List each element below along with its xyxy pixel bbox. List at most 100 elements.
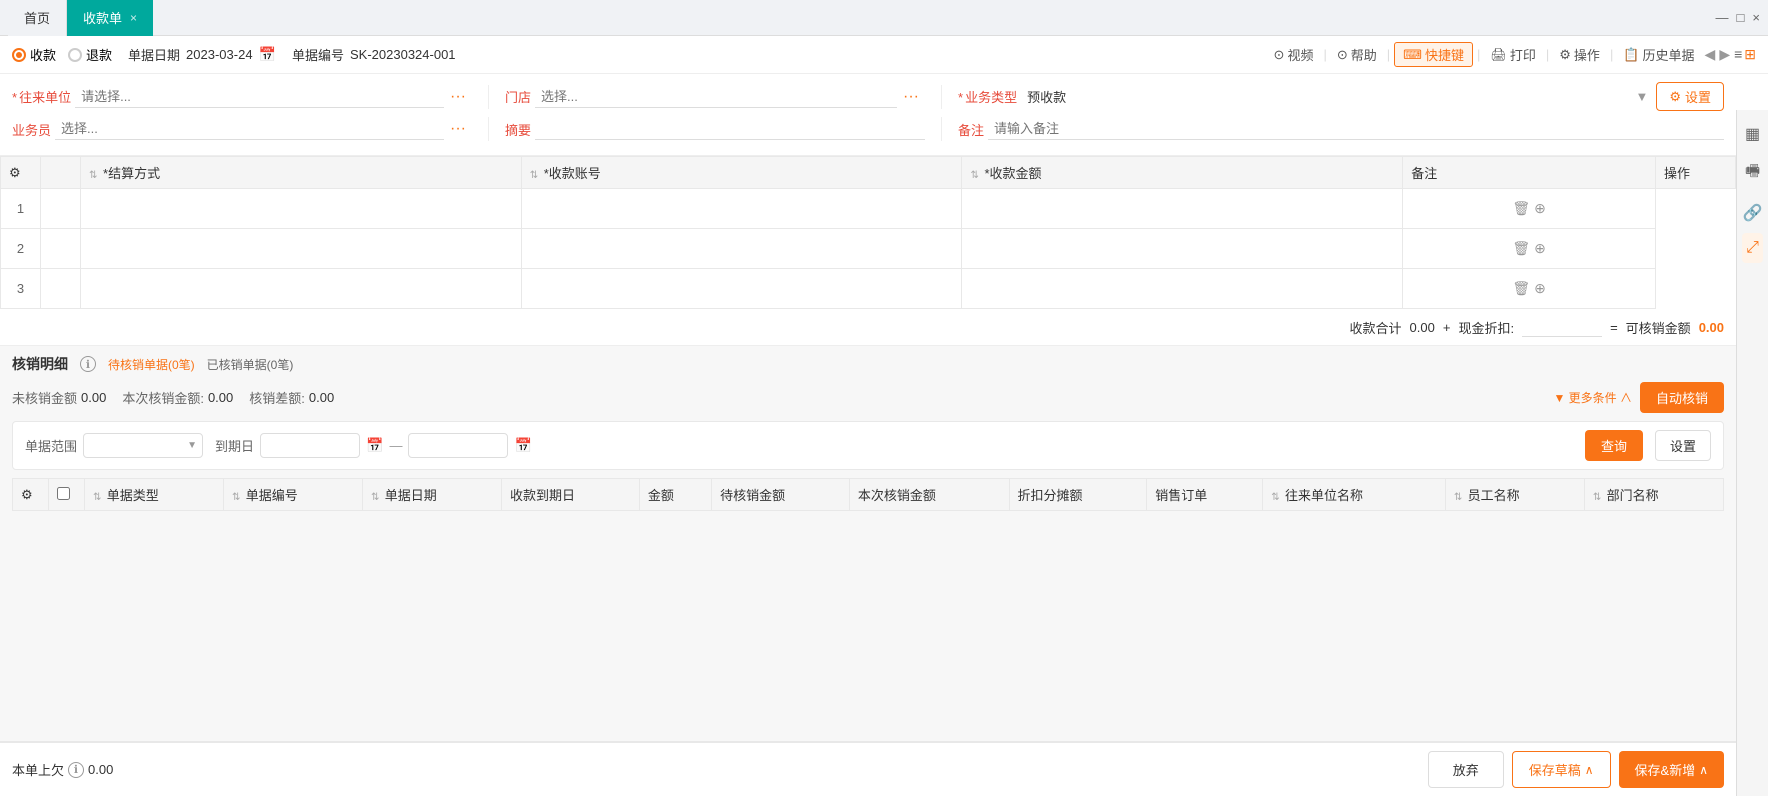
store-more-btn[interactable]: ···: [897, 88, 925, 106]
window-close-icon[interactable]: ×: [1752, 10, 1760, 25]
row-2-settlement[interactable]: [41, 229, 81, 269]
tab-home[interactable]: 首页: [8, 0, 67, 36]
row-1-copy-icon[interactable]: ⊕: [1534, 200, 1546, 217]
radio-refund-dot: [68, 48, 82, 62]
stat-current-verify: 本次核销金额: 0.00: [122, 388, 233, 407]
row-1-settlement[interactable]: [41, 189, 81, 229]
radio-receipt[interactable]: 收款: [12, 45, 56, 64]
help-btn[interactable]: ⊙ 帮助: [1331, 43, 1383, 66]
verify-tab-done[interactable]: 已核销单据(0笔): [207, 356, 294, 373]
grid-view-icon[interactable]: ⊞: [1744, 46, 1756, 63]
date-start-cal-icon[interactable]: 📅: [366, 437, 383, 454]
row-1-remark[interactable]: [962, 189, 1403, 229]
settings-btn[interactable]: ⚙ 设置: [1656, 82, 1724, 111]
summary-input[interactable]: [535, 118, 925, 140]
query-btn[interactable]: 查询: [1585, 430, 1643, 461]
stat-current-value: 0.00: [208, 390, 233, 405]
row-num-3: 3: [1, 269, 41, 309]
table-settlement-header: ⇅ *结算方式: [81, 157, 522, 189]
bill-date-value[interactable]: 2023-03-24: [186, 47, 253, 62]
abandon-btn[interactable]: 放弃: [1428, 751, 1504, 788]
select-all-checkbox[interactable]: [57, 487, 70, 500]
counterpart-label: 往来单位: [12, 87, 71, 106]
counterpart-more-btn[interactable]: ···: [444, 88, 472, 106]
row-3-actions: 🗑 ⊕: [1403, 269, 1656, 309]
top-toolbar: 收款 退款 单据日期 2023-03-24 📅 单据编号 SK-20230324…: [0, 36, 1768, 74]
date-end-input[interactable]: 2022-04-12: [408, 433, 508, 458]
sidebar-expand-icon[interactable]: ⤢: [1742, 233, 1763, 263]
maximize-icon[interactable]: □: [1737, 10, 1745, 25]
row-2-delete-icon[interactable]: 🗑: [1512, 240, 1530, 257]
stat-diff: 核销差额: 0.00: [249, 388, 334, 407]
row-3-account[interactable]: [81, 269, 522, 309]
remarks-input[interactable]: [988, 118, 1724, 140]
store-label: 门店: [505, 87, 531, 106]
row-1-account[interactable]: [81, 189, 522, 229]
verify-settings-btn[interactable]: 设置: [1655, 430, 1711, 461]
col-sales-order: 销售订单: [1147, 479, 1263, 511]
window-controls: — □ ×: [1716, 10, 1760, 25]
table-row: 1 🗑 ⊕: [1, 189, 1736, 229]
auto-verify-btn[interactable]: 自动核销: [1640, 382, 1724, 413]
row-3-delete-icon[interactable]: 🗑: [1512, 280, 1530, 297]
stat-unverified-label: 未核销金额: [12, 388, 77, 407]
save-arrow-icon: ∧: [1699, 763, 1708, 777]
nav-next-icon[interactable]: ▶: [1719, 46, 1730, 63]
tab-close-icon[interactable]: ×: [130, 11, 137, 25]
radio-refund-label: 退款: [86, 45, 112, 64]
tab-receipt[interactable]: 收款单 ×: [67, 0, 153, 36]
nav-prev-icon[interactable]: ◀: [1705, 46, 1716, 63]
staff-label: 业务员: [12, 120, 51, 139]
business-type-label: 业务类型: [958, 87, 1017, 106]
verify-info-icon[interactable]: ℹ: [80, 356, 96, 372]
table-gear-header[interactable]: ⚙: [1, 157, 41, 189]
bill-no-value[interactable]: SK-20230324-001: [350, 47, 456, 62]
counterpart-input[interactable]: [75, 86, 444, 108]
cash-discount-input[interactable]: [1522, 317, 1602, 337]
sidebar-print-icon[interactable]: 🖷: [1741, 154, 1764, 193]
row-2-amount[interactable]: [521, 229, 962, 269]
row-3-amount[interactable]: [521, 269, 962, 309]
stat-current-label: 本次核销金额:: [122, 388, 204, 407]
sidebar-grid-icon[interactable]: ▦: [1741, 118, 1764, 150]
draft-label: 保存草稿: [1529, 760, 1581, 779]
radio-refund[interactable]: 退款: [68, 45, 112, 64]
store-input[interactable]: [535, 86, 897, 108]
staff-more-btn[interactable]: ···: [444, 120, 472, 138]
staff-input[interactable]: [55, 118, 444, 140]
range-select[interactable]: [83, 433, 203, 458]
bottom-gear-header[interactable]: ⚙: [13, 479, 49, 511]
row-1-delete-icon[interactable]: 🗑: [1512, 200, 1530, 217]
draft-btn[interactable]: 保存草稿 ∧: [1512, 751, 1611, 788]
minimize-icon[interactable]: —: [1716, 10, 1729, 25]
save-label: 保存&新增: [1635, 760, 1696, 779]
date-start-input[interactable]: 2022-04-01: [260, 433, 360, 458]
date-end-cal-icon[interactable]: 📅: [514, 437, 531, 454]
row-3-copy-icon[interactable]: ⊕: [1534, 280, 1546, 297]
print-btn[interactable]: 🖨 打印: [1484, 43, 1542, 66]
shortcut-btn[interactable]: ⌨ 快捷键: [1394, 42, 1473, 67]
business-type-dropdown[interactable]: ▼: [1635, 89, 1648, 104]
row-3-settlement[interactable]: [41, 269, 81, 309]
video-btn[interactable]: ⊙ 视频: [1268, 43, 1320, 66]
history-btn[interactable]: 📋 历史单据: [1617, 43, 1700, 66]
row-2-copy-icon[interactable]: ⊕: [1534, 240, 1546, 257]
row-2-remark[interactable]: [962, 229, 1403, 269]
row-1-amount[interactable]: [521, 189, 962, 229]
list-view-icon[interactable]: ≡: [1734, 46, 1742, 63]
row-2-account[interactable]: [81, 229, 522, 269]
sidebar-link-icon[interactable]: 🔗: [1739, 197, 1767, 229]
bottom-checkbox-header[interactable]: [49, 479, 85, 511]
row-2-actions: 🗑 ⊕: [1403, 229, 1656, 269]
verify-tab-pending[interactable]: 待核销单据(0笔): [108, 356, 195, 373]
save-btn[interactable]: 保存&新增 ∧: [1619, 751, 1724, 788]
row-3-remark[interactable]: [962, 269, 1403, 309]
footer-info-icon[interactable]: ℹ: [68, 762, 84, 778]
operation-btn[interactable]: ⚙ 操作: [1553, 43, 1606, 66]
footer-right: 放弃 保存草稿 ∧ 保存&新增 ∧: [1428, 751, 1724, 788]
range-select-wrapper: [83, 433, 203, 458]
more-filter-btn[interactable]: ▼ 更多条件 ∧: [1553, 389, 1632, 406]
radio-receipt-label: 收款: [30, 45, 56, 64]
calendar-icon[interactable]: 📅: [259, 46, 276, 63]
col-current-verify: 本次核销金额: [849, 479, 1009, 511]
